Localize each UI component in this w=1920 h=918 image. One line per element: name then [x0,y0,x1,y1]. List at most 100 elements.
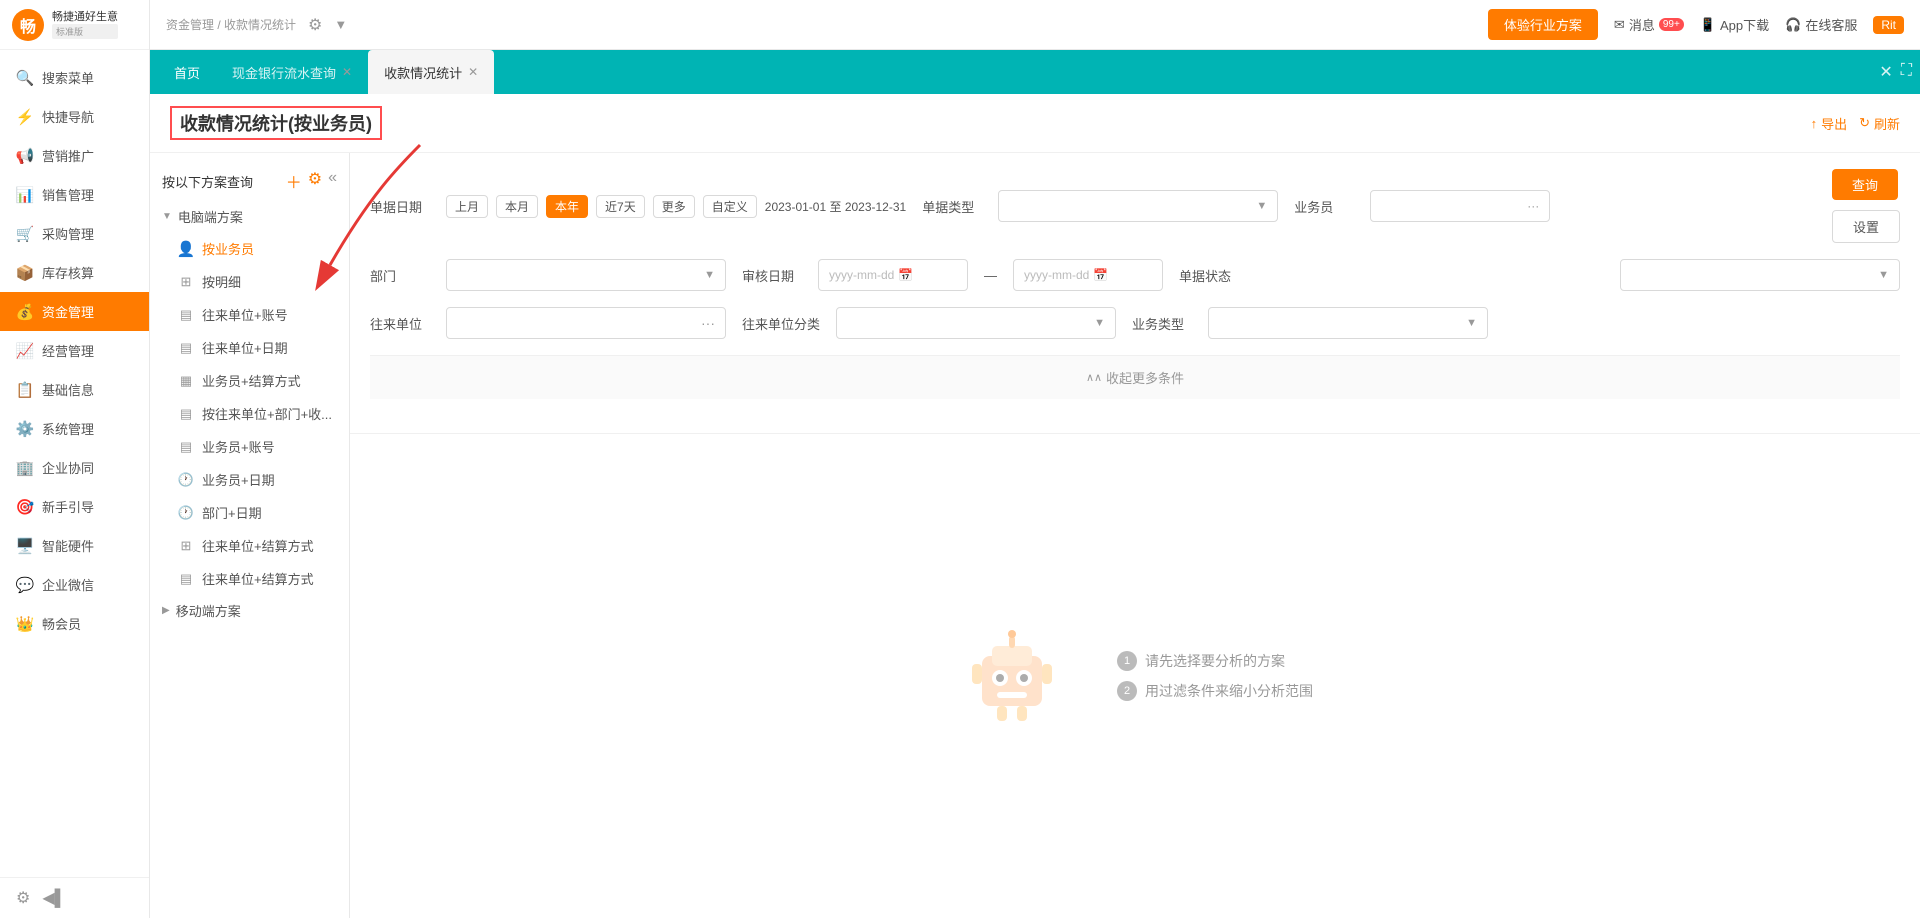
scheme-item-partner-account[interactable]: ▤ 往来单位+账号 [150,298,349,331]
salesman-dots[interactable]: ··· [1527,199,1539,213]
sidebar-item-purchase[interactable]: 🛒 采购管理 [0,214,149,253]
tab-bar-actions: ✕ ⛶ [1879,62,1912,82]
robot-svg [962,626,1062,726]
sidebar-item-label: 基础信息 [42,380,94,399]
operation-icon: 📈 [16,342,34,360]
sidebar-item-sales[interactable]: 📊 销售管理 [0,175,149,214]
logo-text: 畅捷通好生意 [52,10,118,24]
date-btn-custom[interactable]: 自定义 [703,195,757,218]
refresh-button[interactable]: ↻ 刷新 [1859,114,1900,133]
sidebar-item-guide[interactable]: 🎯 新手引导 [0,487,149,526]
salesman-select[interactable]: ··· [1370,190,1550,222]
collapse-sidebar-icon[interactable]: ◀▌ [42,888,66,908]
partner-cat-select[interactable]: ▼ [836,307,1116,339]
query-button[interactable]: 查询 [1832,169,1898,200]
scheme-item-label: 按往来单位+部门+收... [202,404,332,423]
scheme-item-dept-date[interactable]: 🕐 部门+日期 [150,496,349,529]
export-button[interactable]: ↑ 导出 [1811,114,1848,133]
doc-status-label: 单据状态 [1179,266,1239,285]
scheme-item-partner-dept[interactable]: ▤ 按往来单位+部门+收... [150,397,349,430]
biz-type-select[interactable]: ▼ [1208,307,1488,339]
message-action[interactable]: ✉ 消息 99+ [1614,15,1684,34]
tab-bank-flow-close[interactable]: ✕ [342,65,352,79]
partner-select[interactable]: ··· [446,307,726,339]
header-dropdown-icon[interactable]: ▼ [334,17,347,32]
content-body: 按以下方案查询 ＋ ⚙ « ▼ 电脑端方案 👤 按业务员 [150,153,1920,918]
scheme-section-mobile: ▶ 移动端方案 [150,595,349,626]
sidebar-item-enterprise[interactable]: 🏢 企业协同 [0,448,149,487]
sidebar-item-operation[interactable]: 📈 经营管理 [0,331,149,370]
sidebar-item-hardware[interactable]: 🖥️ 智能硬件 [0,526,149,565]
tab-fullscreen-icon[interactable]: ⛶ [1901,62,1912,82]
online-service-action[interactable]: 🎧 在线客服 [1785,15,1857,34]
scheme-item-salesman-account[interactable]: ▤ 业务员+账号 [150,430,349,463]
page-title-bar: 收款情况统计(按业务员) ↑ 导出 ↻ 刷新 [150,94,1920,153]
user-avatar[interactable]: Rit [1873,16,1904,34]
scheme-section-mobile-title[interactable]: ▶ 移动端方案 [150,595,349,626]
calendar-end-icon[interactable]: 📅 [1093,268,1108,282]
tab-home[interactable]: 首页 [158,50,216,94]
header-gear-icon[interactable]: ⚙ [308,15,322,35]
sidebar-item-label: 企业微信 [42,575,94,594]
date-quick-group: 上月 本月 本年 近7天 更多 自定义 2023-01-01 至 2023-12… [446,195,906,218]
scheme-settings-icon[interactable]: ⚙ [308,169,322,193]
doc-type-select[interactable]: ▼ [998,190,1278,222]
date-btn-7days[interactable]: 近7天 [596,195,645,218]
scheme-item-label: 部门+日期 [202,503,262,522]
settings-bottom-icon[interactable]: ⚙ [16,888,30,908]
scheme-item-partner-settle1[interactable]: ⊞ 往来单位+结算方式 [150,529,349,562]
sidebar-item-inventory[interactable]: 📦 库存核算 [0,253,149,292]
clock-icon: 🕐 [178,472,194,488]
partner-more-icon[interactable]: ··· [701,315,715,331]
scheme-item-by-detail[interactable]: ⊞ 按明细 [150,265,349,298]
collapse-bar[interactable]: ∧∧ 收起更多条件 [370,355,1900,399]
date-btn-more[interactable]: 更多 [653,195,695,218]
tab-bank-flow[interactable]: 现金银行流水查询 ✕ [216,50,368,94]
add-scheme-icon[interactable]: ＋ [286,169,302,193]
tab-bank-flow-label: 现金银行流水查询 [232,63,336,82]
sidebar-item-finance[interactable]: 💰 资金管理 [0,292,149,331]
sidebar-item-wechat[interactable]: 💬 企业微信 [0,565,149,604]
scheme-item-label: 业务员+结算方式 [202,371,301,390]
sidebar-item-marketing[interactable]: 📢 营销推广 [0,136,149,175]
review-date-end[interactable]: yyyy-mm-dd 📅 [1013,259,1163,291]
date-separator: — [984,268,997,283]
sidebar-item-label: 企业协同 [42,458,94,477]
date-btn-this-month[interactable]: 本月 [496,195,538,218]
scheme-item-partner-date[interactable]: ▤ 往来单位+日期 [150,331,349,364]
sidebar-item-system[interactable]: ⚙️ 系统管理 [0,409,149,448]
scheme-item-partner-settle2[interactable]: ▤ 往来单位+结算方式 [150,562,349,595]
tab-receipt-stat[interactable]: 收款情况统计 ✕ [368,50,494,94]
basic-icon: 📋 [16,381,34,399]
tab-close-all-icon[interactable]: ✕ [1879,62,1892,82]
date-btn-this-year[interactable]: 本年 [546,195,588,218]
filter-settings-button[interactable]: 设置 [1832,210,1900,243]
calendar-start-icon[interactable]: 📅 [898,268,913,282]
trial-button[interactable]: 体验行业方案 [1488,9,1598,40]
review-date-start[interactable]: yyyy-mm-dd 📅 [818,259,968,291]
sidebar-item-member[interactable]: 👑 畅会员 [0,604,149,643]
sidebar-item-search[interactable]: 🔍 搜索菜单 [0,58,149,97]
scheme-section-desktop-title[interactable]: ▼ 电脑端方案 [150,201,349,232]
breadcrumb: 资金管理 / 收款情况统计 [166,16,296,33]
tab-receipt-stat-close[interactable]: ✕ [468,65,478,79]
salesman-label: 业务员 [1294,197,1354,216]
sidebar-item-quicknav[interactable]: ⚡ 快捷导航 [0,97,149,136]
doc-status-select[interactable]: ▼ [1620,259,1900,291]
scheme-collapse-icon[interactable]: « [328,169,337,193]
hardware-icon: 🖥️ [16,537,34,555]
filter-row-2: 部门 ▼ 审核日期 yyyy-mm-dd 📅 — yyyy-mm-dd [370,259,1900,291]
app-download-action[interactable]: 📱 App下载 [1700,15,1769,34]
sidebar: 畅 畅捷通好生意 标准版 🔍 搜索菜单 ⚡ 快捷导航 📢 营销推广 📊 销售管理… [0,0,150,918]
right-panel: 单据日期 上月 本月 本年 近7天 更多 自定义 2023-01-01 至 20… [350,153,1920,918]
date-btn-last-month[interactable]: 上月 [446,195,488,218]
sidebar-item-basic[interactable]: 📋 基础信息 [0,370,149,409]
dept-select[interactable]: ▼ [446,259,726,291]
date-label: 单据日期 [370,197,430,216]
grid-icon: ⊞ [178,274,194,290]
scheme-section-desktop: ▼ 电脑端方案 👤 按业务员 ⊞ 按明细 ▤ 往来单位+账号 [150,201,349,595]
scheme-item-salesman-settle[interactable]: ▦ 业务员+结算方式 [150,364,349,397]
scheme-item-by-salesman[interactable]: 👤 按业务员 [150,232,349,265]
table5-icon: ▤ [178,571,194,587]
scheme-item-salesman-date[interactable]: 🕐 业务员+日期 [150,463,349,496]
